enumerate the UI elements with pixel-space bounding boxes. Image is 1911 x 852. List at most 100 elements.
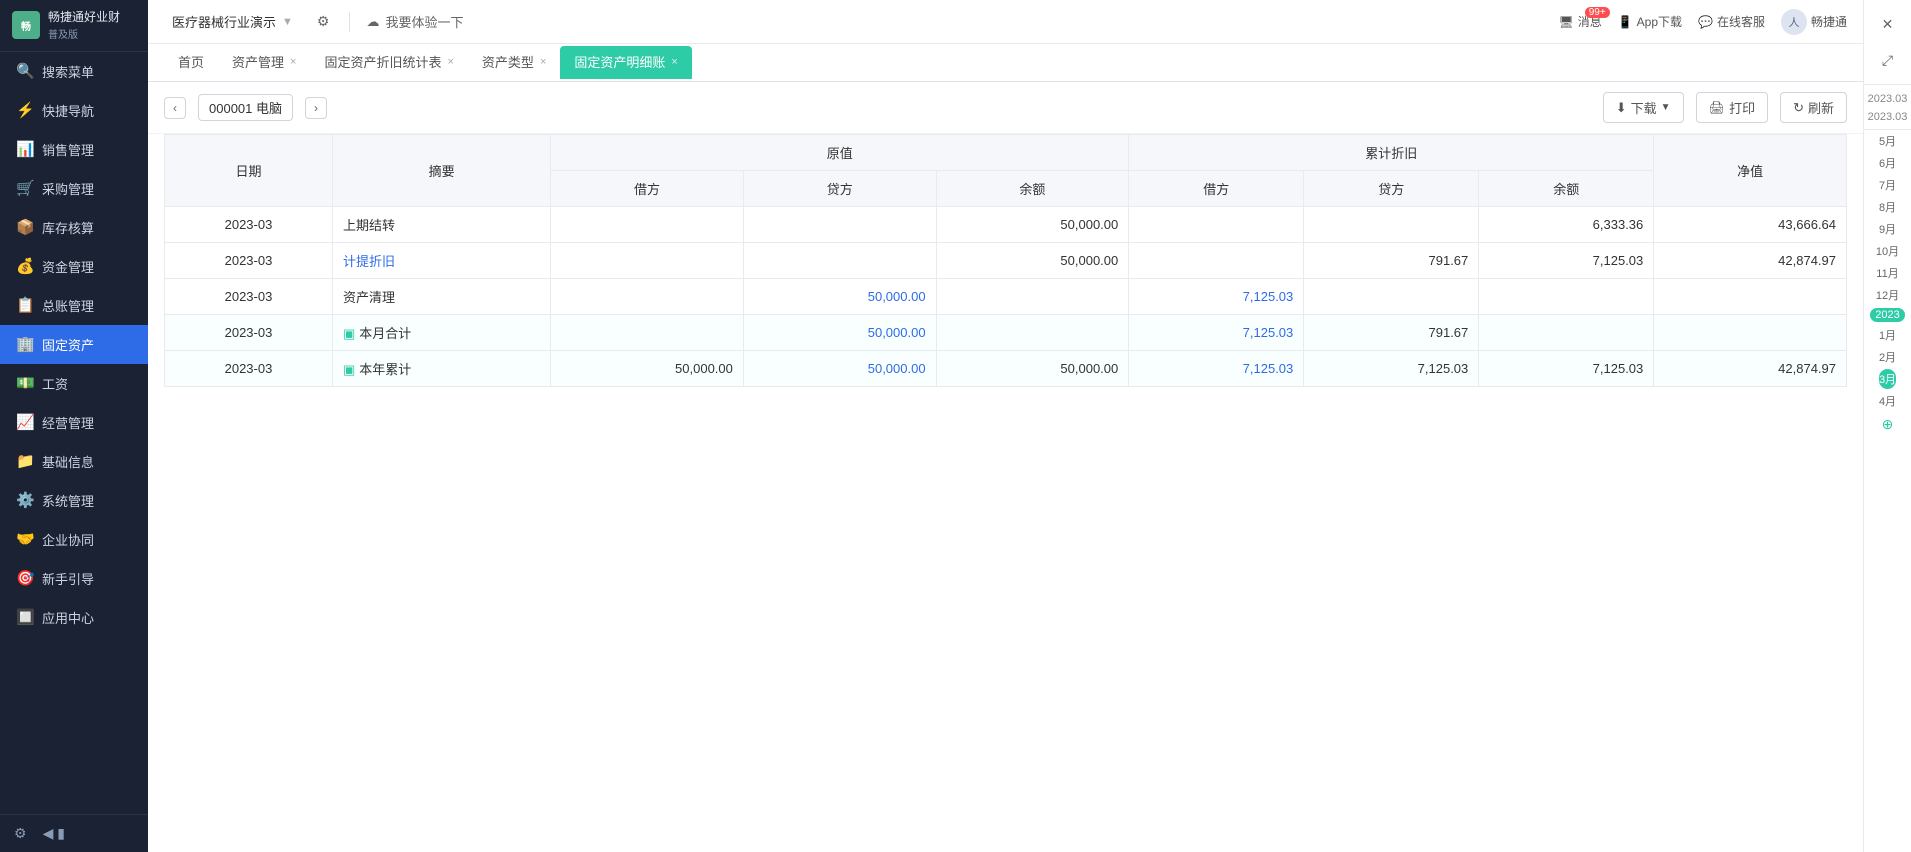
sidebar-item-operation[interactable]: 📈经营管理 — [0, 403, 148, 442]
gear-icon[interactable]: ⚙ — [313, 9, 334, 34]
tab-label-1: 资产管理 — [232, 52, 284, 71]
row-acc-balance: 7,125.03 — [1479, 351, 1654, 387]
sidebar-item-salary[interactable]: 💵工资 — [0, 364, 148, 403]
download-btn[interactable]: ⬇ 下载 ▼ — [1603, 92, 1684, 123]
sidebar: 畅 畅捷通好业财 普及版 🔍搜索菜单⚡快捷导航📊销售管理🛒采购管理📦库存核算💰资… — [0, 0, 148, 852]
sidebar-item-search[interactable]: 🔍搜索菜单 — [0, 52, 148, 91]
sidebar-item-capital[interactable]: 💰资金管理 — [0, 247, 148, 286]
tab-1[interactable]: 资产管理 × — [218, 44, 310, 81]
message-icon: 🖥 — [1558, 15, 1573, 29]
sidebar-item-inventory[interactable]: 📦库存核算 — [0, 208, 148, 247]
data-table-wrap: 日期 摘要 原值 累计折旧 净值 借方 贷方 余额 借方 贷方 余额 — [148, 134, 1863, 852]
dropdown-arrow-icon: ▼ — [1661, 102, 1671, 113]
tab-close-2[interactable]: × — [447, 56, 453, 68]
sidebar-logo: 畅 畅捷通好业财 普及版 — [0, 0, 148, 52]
sidebar-item-guide[interactable]: 🎯新手引导 — [0, 559, 148, 598]
rp-month-6月[interactable]: 6月 — [1876, 152, 1899, 174]
toolbar-actions: ⬇ 下载 ▼ 🖨 打印 ↻ 刷新 — [1603, 92, 1847, 123]
tab-2[interactable]: 固定资产折旧统计表 × — [310, 44, 467, 81]
row-yv-credit: 50,000.00 — [743, 315, 936, 351]
col-yv-debit: 借方 — [551, 171, 744, 207]
settings-icon[interactable]: ⚙ — [14, 825, 27, 842]
rp-month-11月[interactable]: 11月 — [1876, 262, 1899, 284]
sidebar-label-collab: 企业协同 — [42, 530, 94, 549]
collapse-icon[interactable]: ◀ ▮ — [43, 825, 65, 842]
topbar-right: 🖥 消息 99+ 📱 App下载 💬 在线客服 人 畅捷通 — [1558, 9, 1847, 35]
row-acc-balance: 7,125.03 — [1479, 243, 1654, 279]
row-date: 2023-03 — [165, 207, 333, 243]
tab-label-2: 固定资产折旧统计表 — [324, 52, 441, 71]
next-asset-btn[interactable]: › — [305, 97, 327, 119]
sidebar-item-quicknav[interactable]: ⚡快捷导航 — [0, 91, 148, 130]
col-original-value: 原值 — [551, 135, 1129, 171]
row-net: 42,874.97 — [1654, 243, 1847, 279]
tab-0[interactable]: 首页 — [164, 44, 218, 81]
tabs-bar: 首页资产管理×固定资产折旧统计表×资产类型×固定资产明细账× — [148, 44, 1863, 82]
tab-label-4: 固定资产明细账 — [574, 52, 665, 71]
rp-month-12月[interactable]: 12月 — [1876, 284, 1899, 306]
rp-month-10月[interactable]: 10月 — [1876, 240, 1899, 262]
table-row: 2023-03 计提折旧 50,000.00 791.67 7,125.03 4… — [165, 243, 1847, 279]
messages-btn[interactable]: 🖥 消息 99+ — [1558, 13, 1601, 30]
sidebar-item-apps[interactable]: 🔲应用中心 — [0, 598, 148, 637]
sidebar-item-base[interactable]: 📁基础信息 — [0, 442, 148, 481]
row-yv-balance: 50,000.00 — [936, 207, 1129, 243]
tab-4[interactable]: 固定资产明细账 × — [560, 46, 691, 79]
sidebar-item-fixed[interactable]: 🏢固定资产 — [0, 325, 148, 364]
company-selector[interactable]: 医疗器械行业演示 ▼ — [164, 8, 301, 35]
tab-close-1[interactable]: × — [290, 56, 296, 68]
refresh-btn[interactable]: ↻ 刷新 — [1780, 92, 1847, 123]
sidebar-item-collab[interactable]: 🤝企业协同 — [0, 520, 148, 559]
row-acc-credit: 791.67 — [1304, 243, 1479, 279]
table-row: 2023-03 ▣本年累计 50,000.00 50,000.00 50,000… — [165, 351, 1847, 387]
rp-scroll-down[interactable]: ⊕ — [1882, 416, 1894, 433]
tab-3[interactable]: 资产类型× — [468, 44, 560, 81]
service-btn[interactable]: 💬 在线客服 — [1698, 13, 1765, 30]
row-acc-credit — [1304, 207, 1479, 243]
refresh-icon: ↻ — [1793, 100, 1804, 116]
row-acc-credit: 791.67 — [1304, 315, 1479, 351]
sidebar-item-ledger[interactable]: 📋总账管理 — [0, 286, 148, 325]
row-acc-balance: 6,333.36 — [1479, 207, 1654, 243]
rp-month-9月[interactable]: 9月 — [1876, 218, 1899, 240]
rp-month-5月[interactable]: 5月 — [1876, 130, 1899, 152]
tab-close-4[interactable]: × — [671, 56, 677, 68]
rp-year-label2: 2023.03 — [1864, 109, 1911, 130]
download-app-btn[interactable]: 📱 App下载 — [1618, 13, 1682, 30]
row-acc-credit: 7,125.03 — [1304, 351, 1479, 387]
right-panel: ✕ ⤢ 2023.03 2023.03 5月6月7月8月9月10月11月12月 … — [1863, 0, 1911, 852]
rp-year-label1: 2023.03 — [1866, 89, 1910, 109]
dropdown-icon: ▼ — [282, 16, 293, 28]
sidebar-item-purchase[interactable]: 🛒采购管理 — [0, 169, 148, 208]
sidebar-item-sales[interactable]: 📊销售管理 — [0, 130, 148, 169]
tab-close-3[interactable]: × — [540, 56, 546, 68]
rp-month-4月[interactable]: 4月 — [1875, 390, 1900, 412]
close-panel-btn[interactable]: ✕ — [1872, 8, 1904, 40]
avatar: 人 — [1781, 9, 1807, 35]
row-yv-credit: 50,000.00 — [743, 351, 936, 387]
experience-btn[interactable]: ☁ 我要体验一下 — [366, 12, 463, 31]
service-icon: 💬 — [1698, 15, 1713, 29]
rp-month-2月[interactable]: 2月 — [1875, 346, 1900, 368]
prev-asset-btn[interactable]: ‹ — [164, 97, 186, 119]
sidebar-item-system[interactable]: ⚙️系统管理 — [0, 481, 148, 520]
user-area[interactable]: 人 畅捷通 — [1781, 9, 1847, 35]
print-btn[interactable]: 🖨 打印 — [1696, 92, 1769, 123]
rp-month-8月[interactable]: 8月 — [1876, 196, 1899, 218]
sidebar-label-base: 基础信息 — [42, 452, 94, 471]
download-icon: ⬇ — [1616, 100, 1627, 116]
row-yv-balance: 50,000.00 — [936, 351, 1129, 387]
expand-panel-btn[interactable]: ⤢ — [1872, 44, 1904, 76]
sidebar-label-system: 系统管理 — [42, 491, 94, 510]
sidebar-icon-search: 🔍 — [16, 62, 34, 80]
row-yv-credit: 50,000.00 — [743, 279, 936, 315]
sidebar-label-salary: 工资 — [42, 374, 68, 393]
rp-month-1月[interactable]: 1月 — [1875, 324, 1900, 346]
sidebar-label-capital: 资金管理 — [42, 257, 94, 276]
row-date: 2023-03 — [165, 243, 333, 279]
sidebar-icon-guide: 🎯 — [16, 569, 34, 587]
col-date: 日期 — [165, 135, 333, 207]
row-acc-debit — [1129, 243, 1304, 279]
rp-month-3月[interactable]: 3月 — [1879, 369, 1896, 389]
rp-month-7月[interactable]: 7月 — [1876, 174, 1899, 196]
